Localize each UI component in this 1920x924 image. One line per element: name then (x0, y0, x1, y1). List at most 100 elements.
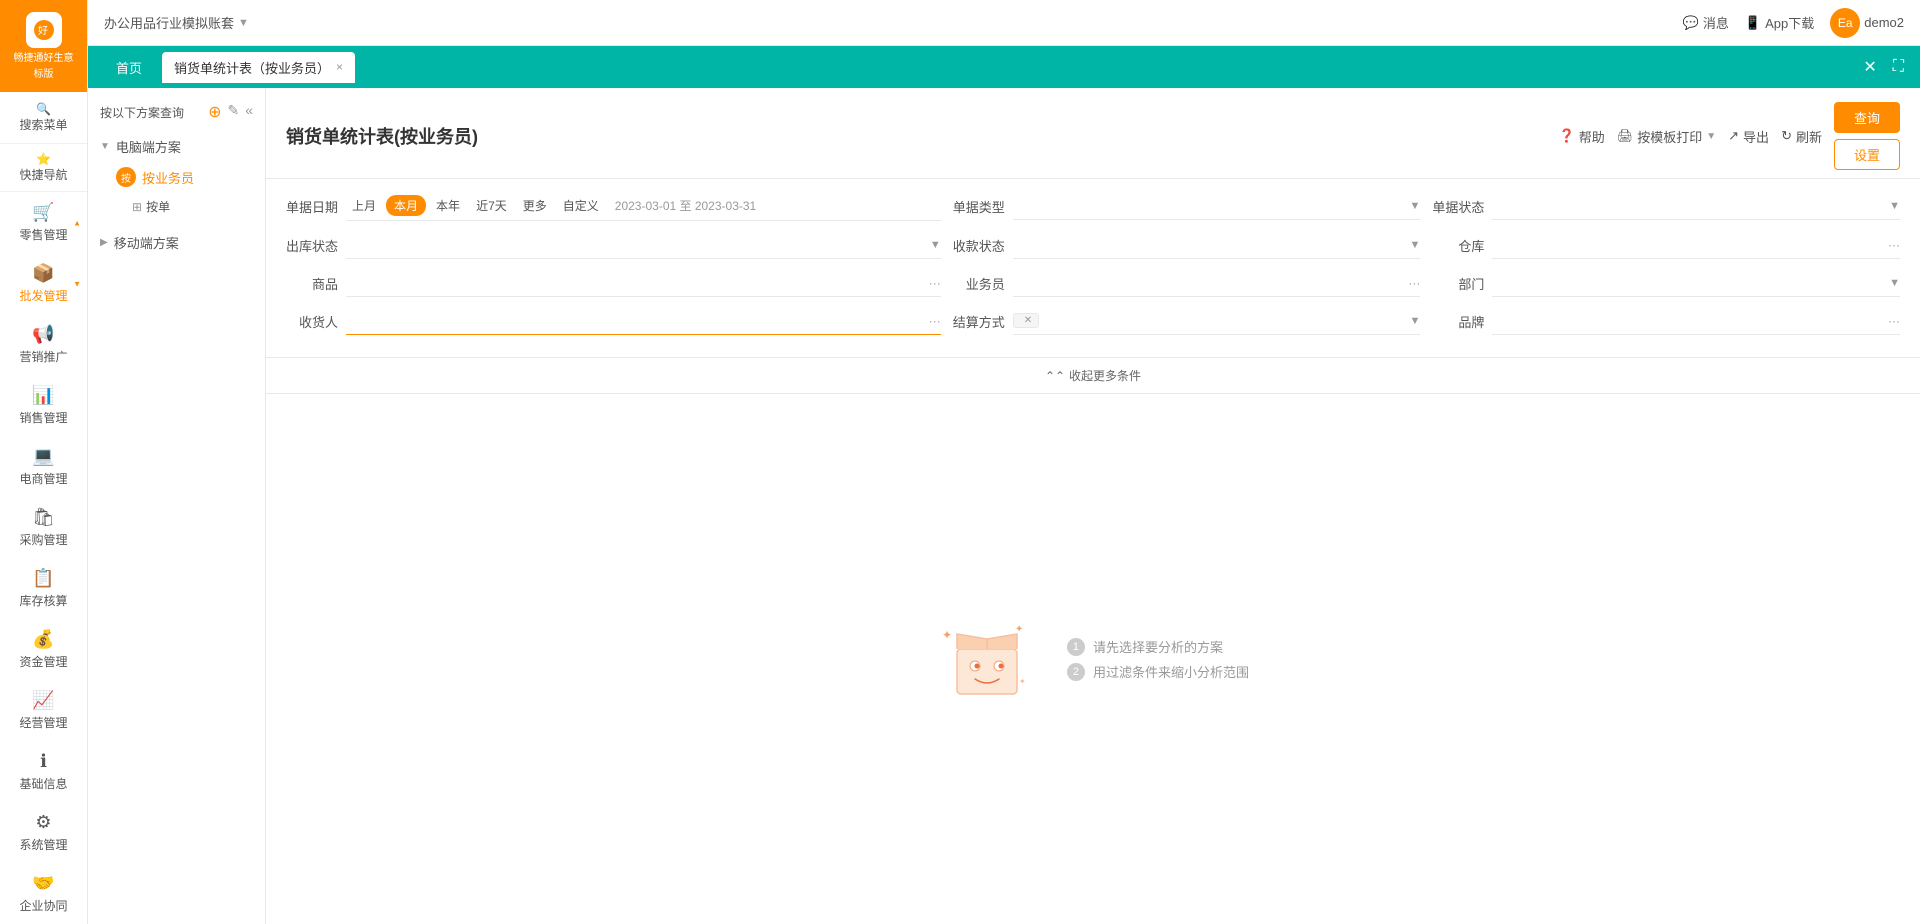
date-label: 单据日期 (286, 197, 338, 216)
out-status-arrow-icon[interactable]: ▼ (930, 239, 941, 251)
app-download-btn[interactable]: 📱 App下载 (1745, 13, 1814, 32)
sidebar-item-purchase[interactable]: 🛍 采购管理 (0, 497, 87, 558)
sidebar-item-retail[interactable]: 🛒 零售管理 (0, 192, 87, 253)
empty-text: 1 请先选择要分析的方案 2 用过滤条件来缩小分析范围 (1067, 637, 1249, 681)
date-btn-this-month[interactable]: 本月 (386, 195, 426, 216)
sidebar-item-search[interactable]: 🔍 搜索菜单 (0, 92, 87, 144)
inventory-icon: 📋 (32, 568, 54, 589)
scheme-group-mobile-header[interactable]: ▶ 移动端方案 (88, 228, 265, 257)
collect-status-arrow-icon[interactable]: ▼ (1409, 239, 1420, 251)
tabbar-actions: ✕ ⛶ (1859, 53, 1908, 81)
step-1-num: 1 (1067, 638, 1085, 656)
consignee-more-icon[interactable]: ··· (929, 314, 941, 328)
out-status-label: 出库状态 (286, 236, 338, 255)
date-btn-last-month[interactable]: 上月 (346, 195, 382, 216)
collapse-conditions-btn[interactable]: ⌃⌃ 收起更多条件 (1033, 364, 1153, 387)
help-btn[interactable]: ❓ 帮助 (1559, 127, 1605, 146)
goods-control[interactable]: ··· (346, 269, 941, 297)
settings-button[interactable]: 设置 (1834, 139, 1900, 170)
date-btn-more[interactable]: 更多 (517, 195, 553, 216)
sidebar-item-shortcut[interactable]: ⭐ 快捷导航 (0, 144, 87, 192)
collect-status-control[interactable]: ▼ (1013, 231, 1421, 259)
message-btn[interactable]: 💬 消息 (1683, 13, 1729, 32)
sidebar-item-base-info[interactable]: ℹ 基础信息 (0, 741, 87, 802)
logo-text: 畅捷通好生意 (14, 52, 74, 65)
brand-control[interactable]: ··· (1492, 307, 1900, 335)
sidebar-item-marketing[interactable]: 📢 营销推广 (0, 314, 87, 375)
consignee-control[interactable]: ··· (346, 307, 941, 335)
wholesale-icon: 📦 (32, 263, 54, 284)
scheme-item-by-staff[interactable]: 按 按业务员 (88, 161, 265, 193)
tab-maximize-icon[interactable]: ⛶ (1889, 54, 1908, 80)
wholesale-label: 批发管理 (19, 287, 67, 304)
print-label: 按模板打印 (1637, 127, 1702, 146)
warehouse-more-icon[interactable]: ··· (1888, 238, 1900, 252)
sidebar-item-enterprise[interactable]: 🤝 企业协同 (0, 863, 87, 924)
tab-home-label: 首页 (116, 61, 142, 76)
sidebar-item-sales[interactable]: 📊 销售管理 (0, 375, 87, 436)
settlement-tag-close[interactable]: ✕ (1024, 315, 1032, 326)
filter-item-settlement: 结算方式 ✕ ▼ (953, 307, 1421, 335)
scheme-group-desktop-header[interactable]: ▼ 电脑端方案 (88, 132, 265, 161)
tab-close-icon[interactable]: × (336, 60, 343, 74)
username: demo2 (1864, 15, 1904, 30)
group-mobile-label: 移动端方案 (114, 233, 179, 252)
goods-more-icon[interactable]: ··· (929, 276, 941, 290)
enterprise-label: 企业协同 (19, 897, 67, 914)
sidebar-item-inventory[interactable]: 📋 库存核算 (0, 558, 87, 619)
print-btn[interactable]: 🖨 按模板打印 ▼ (1617, 127, 1716, 146)
empty-state: ✦ ✦ ✦ 1 请先选择要分析的方案 2 用过滤条件来缩小分析范围 (266, 394, 1920, 924)
sidebar-search-label: 搜索菜单 (19, 116, 67, 133)
svg-text:✦: ✦ (942, 628, 952, 642)
tab-close-window-icon[interactable]: ✕ (1859, 53, 1880, 81)
filter-panel-title: 按以下方案查询 (100, 104, 184, 121)
query-button[interactable]: 查询 (1834, 102, 1900, 133)
topbar-left: 办公用品行业模拟账套 ▼ (104, 13, 249, 32)
action-buttons: 查询 设置 (1834, 102, 1900, 170)
bill-status-control[interactable]: ▼ (1492, 192, 1900, 220)
company-selector[interactable]: 办公用品行业模拟账套 ▼ (104, 13, 249, 32)
sidebar-item-ecommerce[interactable]: 💻 电商管理 (0, 436, 87, 497)
collapse-bar: ⌃⌃ 收起更多条件 (266, 358, 1920, 394)
enterprise-icon: 🤝 (32, 873, 54, 894)
bill-status-arrow-icon[interactable]: ▼ (1889, 200, 1900, 212)
warehouse-control[interactable]: ··· (1492, 231, 1900, 259)
bill-type-control[interactable]: ▼ (1013, 192, 1421, 220)
sidebar-shortcut-label: 快捷导航 (19, 166, 67, 183)
scheme-sub-item-by-bill[interactable]: ⊞ 按单 (88, 193, 265, 220)
bill-type-arrow-icon[interactable]: ▼ (1409, 200, 1420, 212)
refresh-btn[interactable]: ↻ 刷新 (1781, 127, 1822, 146)
dept-control[interactable]: ▼ (1492, 269, 1900, 297)
edit-scheme-btn[interactable]: ✎ (227, 102, 239, 122)
tab-home[interactable]: 首页 (100, 52, 158, 83)
tab-sales-stats[interactable]: 销货单统计表（按业务员） × (162, 52, 355, 83)
filter-item-out-status: 出库状态 ▼ (286, 231, 941, 259)
purchase-label: 采购管理 (19, 531, 67, 548)
empty-illustration: ✦ ✦ ✦ (937, 614, 1037, 704)
date-btn-7days[interactable]: 近7天 (470, 195, 513, 216)
app-download-label: App下载 (1765, 13, 1814, 32)
page-title: 销货单统计表(按业务员) (286, 123, 478, 149)
brand-more-icon[interactable]: ··· (1888, 314, 1900, 328)
add-scheme-btn[interactable]: ⊕ (208, 102, 221, 122)
date-btn-custom[interactable]: 自定义 (557, 195, 605, 216)
sidebar-item-finance[interactable]: 💰 资金管理 (0, 619, 87, 680)
filter-item-consignee: 收货人 ··· (286, 307, 941, 335)
sidebar-item-wholesale[interactable]: 📦 批发管理 ▼ (0, 253, 87, 314)
dept-label: 部门 (1432, 274, 1484, 293)
date-btn-this-year[interactable]: 本年 (430, 195, 466, 216)
settlement-control[interactable]: ✕ ▼ (1013, 307, 1421, 335)
staff-more-icon[interactable]: ··· (1408, 276, 1420, 290)
settlement-arrow-icon[interactable]: ▼ (1409, 315, 1420, 327)
export-btn[interactable]: ↗ 导出 (1728, 127, 1769, 146)
dept-arrow-icon[interactable]: ▼ (1889, 277, 1900, 289)
sidebar-item-operation[interactable]: 📈 经营管理 (0, 680, 87, 741)
company-dropdown-icon: ▼ (238, 17, 249, 29)
user-menu[interactable]: Ea demo2 (1830, 8, 1904, 38)
staff-control[interactable]: ··· (1013, 269, 1421, 297)
out-status-control[interactable]: ▼ (346, 231, 941, 259)
scheme-by-bill-label: 按单 (146, 198, 170, 215)
collapse-panel-btn[interactable]: « (245, 102, 253, 122)
sidebar-item-system[interactable]: ⚙ 系统管理 (0, 802, 87, 863)
avatar-text: Ea (1838, 16, 1853, 30)
